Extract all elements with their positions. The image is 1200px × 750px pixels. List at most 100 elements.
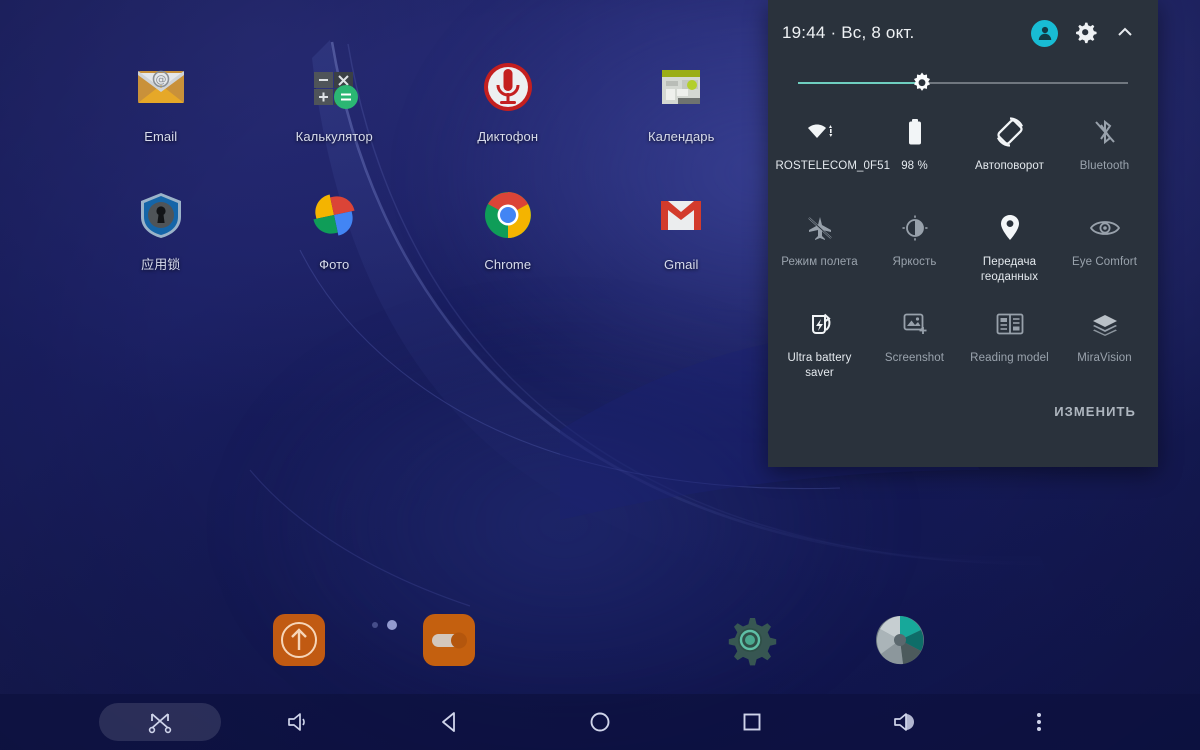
dock-item-toggle-settings[interactable] — [418, 609, 480, 671]
qs-tile-row-3: Ultra battery saver Screenshot Reading m… — [772, 302, 1154, 398]
edit-tiles-button[interactable]: ИЗМЕНИТЬ — [1054, 404, 1136, 419]
app-icon-gmail[interactable]: Gmail — [595, 184, 769, 272]
three-dot-menu-icon — [1037, 713, 1041, 731]
airplane-mode-icon — [806, 212, 834, 244]
auto-rotate-icon — [995, 116, 1025, 148]
qs-tile-label: 98 % — [901, 160, 928, 172]
brightness-slider[interactable] — [768, 66, 1158, 100]
qs-tile-label: Bluetooth — [1079, 160, 1130, 172]
qs-tile-label: Eye Comfort — [1071, 256, 1137, 268]
voice-recorder-icon — [477, 56, 539, 118]
google-photos-icon — [303, 184, 365, 246]
app-label: Gmail — [664, 257, 699, 273]
brightness-gear-icon — [914, 72, 930, 91]
nav-overflow[interactable] — [1021, 702, 1057, 742]
gear-glyph — [1076, 22, 1097, 44]
dock-item-update-uploader[interactable] — [268, 609, 330, 671]
qs-tile-ultra-battery-saver[interactable]: Ultra battery saver — [772, 302, 867, 398]
app-icon-calendar[interactable]: Календарь — [595, 56, 769, 144]
miravision-layers-icon — [1090, 308, 1120, 340]
nav-screenshot-pill[interactable] — [99, 702, 221, 742]
user-avatar-icon[interactable] — [1031, 19, 1058, 47]
calendar-icon — [650, 56, 712, 118]
qs-tile-battery[interactable]: 98 % — [867, 110, 962, 206]
qs-tile-location[interactable]: Передача геоданных — [962, 206, 1057, 302]
dock-item-settings[interactable] — [719, 609, 781, 671]
nav-back[interactable] — [430, 702, 470, 742]
qs-tile-label: Reading model — [970, 352, 1049, 364]
battery-icon — [902, 116, 928, 148]
qs-tile-label: ROSTELECOM_0F51 — [775, 160, 891, 172]
app-label: Фото — [319, 257, 350, 273]
app-label: Диктофон — [477, 129, 539, 144]
app-grid-row-2: 应用锁 Фото Chrome Gmail — [0, 184, 768, 272]
nav-volume-down[interactable] — [278, 702, 318, 742]
qs-tile-eye-comfort[interactable]: Eye Comfort — [1057, 206, 1152, 302]
qs-tile-label: Автоповорот — [975, 160, 1044, 172]
brightness-icon — [901, 212, 929, 244]
chrome-icon — [477, 184, 539, 246]
app-label: Калькулятор — [295, 129, 373, 144]
navigation-bar — [0, 694, 1200, 750]
app-label: Email — [144, 129, 178, 144]
dock-item-snapseed[interactable] — [869, 609, 931, 671]
nav-recents[interactable] — [732, 702, 772, 742]
gmail-icon — [650, 184, 712, 246]
quick-settings-header: 19:44 · Вс, 8 окт. — [768, 0, 1158, 66]
slider-fill — [798, 82, 920, 84]
status-time-date: 19:44 · Вс, 8 окт. — [782, 23, 915, 42]
qs-tile-label: Яркость — [892, 256, 937, 268]
quick-settings-panel: 19:44 · Вс, 8 окт. ROSTELECOM_0F51 98 % … — [768, 0, 1158, 467]
svg-text:@: @ — [155, 73, 166, 86]
qs-tile-reading-mode[interactable]: Reading model — [962, 302, 1057, 398]
gear-icon — [728, 618, 777, 666]
location-pin-icon — [998, 212, 1022, 244]
back-triangle-icon — [442, 712, 455, 732]
qs-tile-brightness[interactable]: Яркость — [867, 206, 962, 302]
app-icon-calculator[interactable]: Калькулятор — [248, 56, 422, 144]
qs-tile-row-2: Режим полета Яркость Передача геоданных … — [772, 206, 1154, 302]
reading-mode-icon — [995, 308, 1025, 340]
qs-tile-airplane-mode[interactable]: Режим полета — [772, 206, 867, 302]
orange-switch-toggle-icon — [423, 614, 475, 666]
qs-tile-label: Ultra battery saver — [787, 352, 852, 379]
bluetooth-off-icon — [1092, 116, 1118, 148]
app-grid-row-1: @ Email Калькулятор Диктофон Календарь — [0, 56, 768, 144]
volume-down-icon — [288, 713, 305, 731]
pinwheel-circle-icon — [876, 616, 924, 665]
nav-home[interactable] — [580, 702, 620, 742]
app-icon-photos[interactable]: Фото — [248, 184, 422, 272]
slider-thumb[interactable] — [910, 71, 934, 95]
screenshot-icon — [901, 308, 929, 340]
app-label: Календарь — [647, 129, 715, 144]
qs-tile-bluetooth[interactable]: Bluetooth — [1057, 110, 1152, 206]
wifi-icon — [805, 116, 835, 148]
recents-square-icon — [743, 713, 761, 731]
gear-icon[interactable] — [1074, 21, 1098, 45]
email-icon: @ — [130, 56, 192, 118]
qs-tile-miravision[interactable]: MiraVision — [1057, 302, 1152, 398]
ultra-battery-saver-icon — [806, 308, 834, 340]
quick-settings-edit-row: ИЗМЕНИТЬ — [768, 398, 1158, 419]
qs-tile-wifi[interactable]: ROSTELECOM_0F51 — [772, 110, 891, 206]
app-icon-chrome[interactable]: Chrome — [421, 184, 595, 272]
qs-tile-auto-rotate[interactable]: Автоповорот — [962, 110, 1057, 206]
app-label: Chrome — [484, 257, 532, 273]
qs-tile-label: Screenshot — [884, 352, 945, 364]
chevron-up-icon[interactable] — [1114, 22, 1136, 44]
app-icon-email[interactable]: @ Email — [74, 56, 248, 144]
qs-tile-label: MiraVision — [1077, 352, 1132, 364]
volume-up-icon — [894, 713, 914, 731]
qs-tile-label: Передача геоданных — [980, 256, 1039, 283]
app-grid: @ Email Калькулятор Диктофон Календарь 应… — [0, 0, 768, 273]
chevron-up-glyph — [1118, 27, 1132, 36]
quick-settings-tiles: ROSTELECOM_0F51 98 % Автоповорот Bluetoo… — [768, 100, 1158, 398]
nav-volume-up[interactable] — [884, 702, 924, 742]
qs-tile-row-1: ROSTELECOM_0F51 98 % Автоповорот Bluetoo… — [772, 110, 1154, 206]
avatar-glyph — [1038, 26, 1051, 40]
dock — [0, 594, 1200, 686]
app-lock-shield-icon — [130, 184, 192, 246]
app-icon-voice-recorder[interactable]: Диктофон — [421, 56, 595, 144]
app-icon-app-lock[interactable]: 应用锁 — [74, 184, 248, 272]
qs-tile-screenshot[interactable]: Screenshot — [867, 302, 962, 398]
